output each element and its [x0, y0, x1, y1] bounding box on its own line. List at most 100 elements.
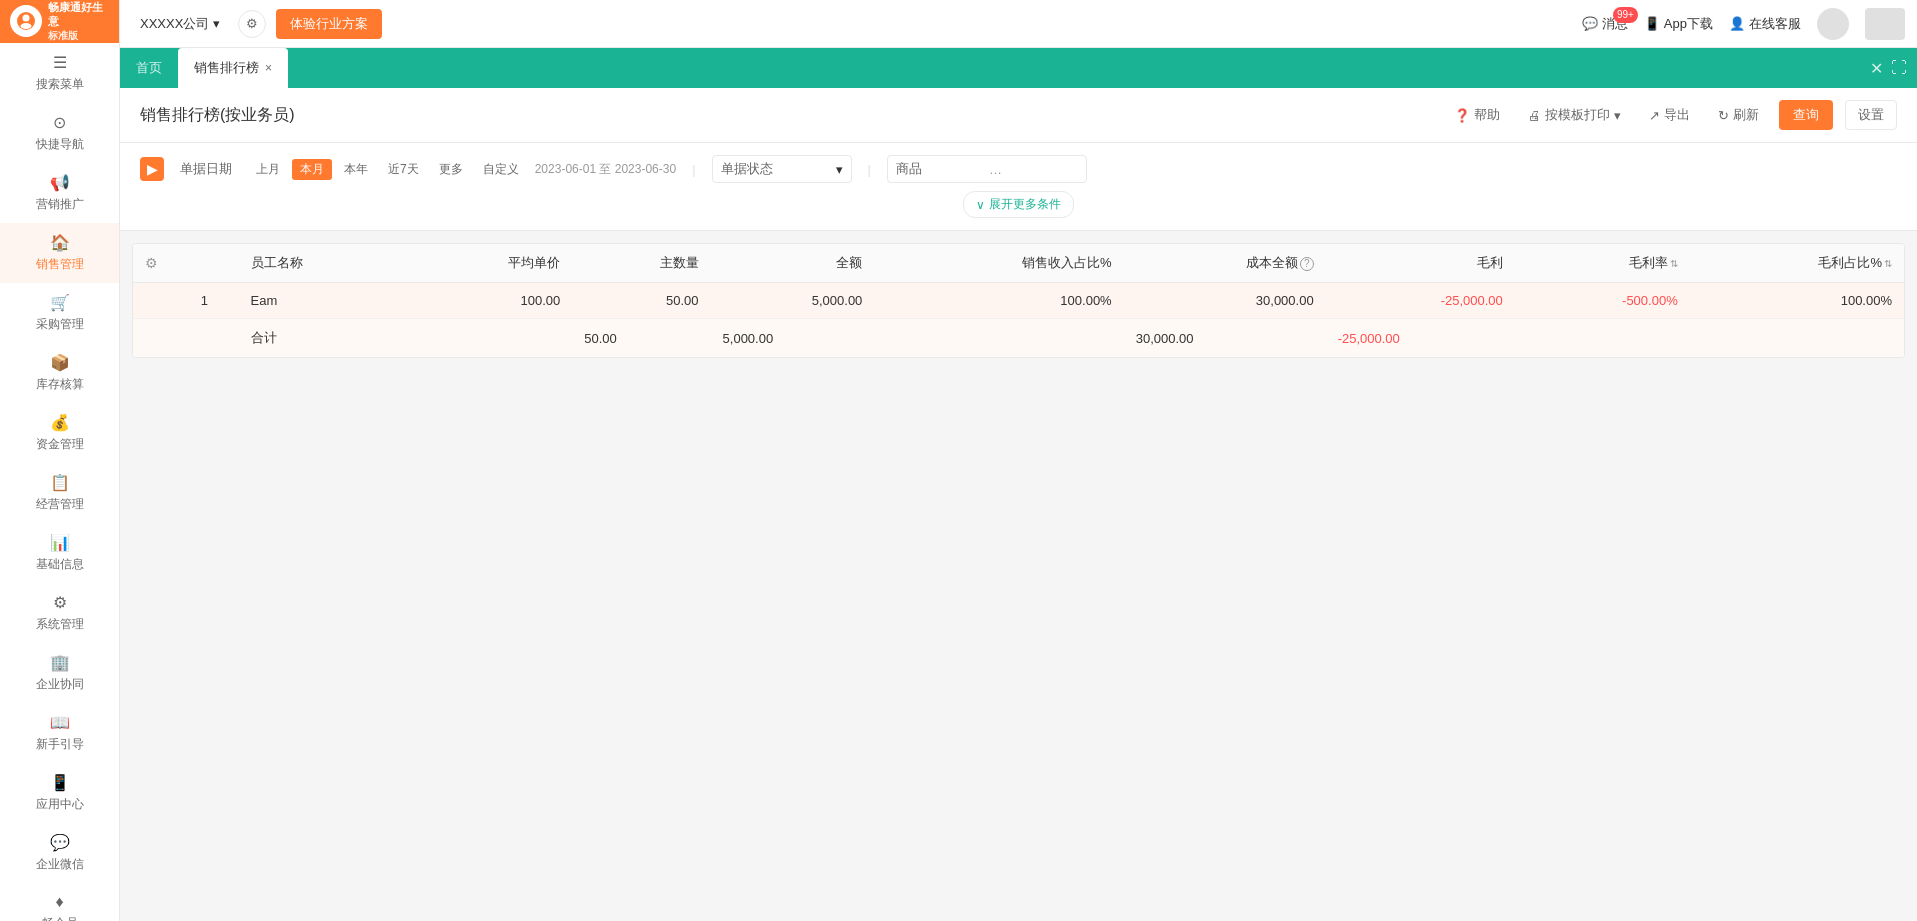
sidebar-item-marketing[interactable]: 📢 营销推广 [0, 163, 119, 223]
sidebar-label-member: 畅会员 [42, 915, 78, 921]
app-label: App下载 [1664, 15, 1713, 33]
window-close-icon[interactable]: ✕ [1870, 59, 1883, 78]
print-button[interactable]: 🖨 按模板打印 ▾ [1520, 102, 1629, 128]
user-name-area [1865, 8, 1905, 40]
footer-sales-pct [874, 319, 1123, 358]
col-settings-header: ⚙ [133, 244, 170, 283]
service-icon: 👤 [1729, 16, 1745, 31]
table-body: 1 Eam 100.00 50.00 5,000.00 100.00% 30,0… [133, 283, 1904, 319]
footer-settings-cell [133, 319, 170, 358]
wechat-icon: 💬 [50, 833, 70, 852]
app-download-button[interactable]: 📱 App下载 [1644, 15, 1713, 33]
export-button[interactable]: ↗ 导出 [1641, 102, 1698, 128]
finance-icon: 💰 [50, 413, 70, 432]
sidebar-item-inventory[interactable]: 📦 库存核算 [0, 343, 119, 403]
status-filter[interactable]: 单据状态 ▾ [712, 155, 852, 183]
cell-rank: 1 [170, 283, 239, 319]
col-rank-header [170, 244, 239, 283]
settings-button[interactable]: 设置 [1845, 100, 1897, 130]
sidebar-label-operations: 经营管理 [36, 496, 84, 513]
expand-label: 展开更多条件 [989, 196, 1061, 213]
topbar-right: 💬 消息 99+ 📱 App下载 👤 在线客服 [1582, 8, 1905, 40]
refresh-button[interactable]: ↻ 刷新 [1710, 102, 1767, 128]
app-icon: 📱 [1644, 16, 1660, 31]
col-gross-header: 毛利 [1326, 244, 1515, 283]
date-option-prev-month[interactable]: 上月 [248, 159, 288, 180]
gross-rate-sort-icon[interactable]: ⇅ [1670, 258, 1678, 269]
sidebar-item-finance[interactable]: 💰 资金管理 [0, 403, 119, 463]
page-actions: ❓ 帮助 🖨 按模板打印 ▾ ↗ 导出 ↻ 刷新 查询 设置 [1446, 100, 1897, 130]
system-icon: ⚙ [53, 593, 67, 612]
app-logo: 畅康通好生意 标准版 [0, 0, 119, 43]
footer-gross-rate [1515, 319, 1690, 358]
tab-close-icon[interactable]: × [265, 61, 272, 75]
date-filter-label: 单据日期 [180, 160, 232, 178]
col-qty-header: 主数量 [572, 244, 710, 283]
data-table: ⚙ 员工名称 平均单价 主数量 全额 销售收入占比% 成本全额? 毛利 毛利率⇅… [133, 244, 1904, 357]
apps-icon: 📱 [50, 773, 70, 792]
service-button[interactable]: 👤 在线客服 [1729, 15, 1801, 33]
tab-home[interactable]: 首页 [120, 48, 178, 88]
tabbar: 首页 销售排行榜 × ✕ ⛶ [120, 48, 1917, 88]
date-option-current-month[interactable]: 本月 [292, 159, 332, 180]
chevron-down-icon: ▾ [213, 16, 220, 31]
topbar-settings-button[interactable]: ⚙ [238, 10, 266, 38]
purchase-icon: 🛒 [50, 293, 70, 312]
gross-pct-sort-icon[interactable]: ⇅ [1884, 258, 1892, 269]
inventory-icon: 📦 [50, 353, 70, 372]
help-button[interactable]: ❓ 帮助 [1446, 102, 1508, 128]
cost-info-icon[interactable]: ? [1300, 257, 1314, 271]
date-range-display: 2023-06-01 至 2023-06-30 [535, 161, 676, 178]
tab-sales-ranking[interactable]: 销售排行榜 × [178, 48, 288, 88]
sidebar-item-quick[interactable]: ⊙ 快捷导航 [0, 103, 119, 163]
date-option-more[interactable]: 更多 [431, 159, 471, 180]
query-button[interactable]: 查询 [1779, 100, 1833, 130]
sidebar-label-purchase: 采购管理 [36, 316, 84, 333]
date-option-7days[interactable]: 近7天 [380, 159, 427, 180]
date-option-current-year[interactable]: 本年 [336, 159, 376, 180]
sidebar-item-wechat[interactable]: 💬 企业微信 [0, 823, 119, 883]
filter-area: ▶ 单据日期 上月 本月 本年 近7天 更多 自定义 2023-06-01 至 … [120, 143, 1917, 231]
page-content: 销售排行榜(按业务员) ❓ 帮助 🖨 按模板打印 ▾ ↗ 导出 ↻ 刷新 [120, 88, 1917, 921]
operations-icon: 📋 [50, 473, 70, 492]
cell-gross-pct: 100.00% [1690, 283, 1904, 319]
sidebar-item-guide[interactable]: 📖 新手引导 [0, 703, 119, 763]
cell-gross: -25,000.00 [1326, 283, 1515, 319]
footer-cost: 30,000.00 [1124, 319, 1326, 358]
guide-icon: 📖 [50, 713, 70, 732]
cell-cost: 30,000.00 [1124, 283, 1326, 319]
sidebar-item-system[interactable]: ⚙ 系统管理 [0, 583, 119, 643]
sidebar-item-sales[interactable]: 🏠 销售管理 [0, 223, 119, 283]
status-chevron-icon: ▾ [836, 162, 843, 177]
print-icon: 🖨 [1528, 108, 1541, 123]
goods-filter[interactable]: 商品 … [887, 155, 1087, 183]
sidebar-item-enterprise[interactable]: 🏢 企业协同 [0, 643, 119, 703]
goods-filter-label: 商品 [896, 160, 985, 178]
sidebar-item-apps[interactable]: 📱 应用中心 [0, 763, 119, 823]
svg-point-1 [23, 15, 30, 22]
footer-gross: -25,000.00 [1326, 319, 1515, 358]
sidebar-item-member[interactable]: ♦ 畅会员 [0, 883, 119, 921]
sidebar-item-purchase[interactable]: 🛒 采购管理 [0, 283, 119, 343]
filter-toggle-button[interactable]: ▶ [140, 157, 164, 181]
trial-button[interactable]: 体验行业方案 [276, 9, 382, 39]
date-option-custom[interactable]: 自定义 [475, 159, 527, 180]
sidebar-item-search[interactable]: ☰ 搜索菜单 [0, 43, 119, 103]
goods-placeholder: … [989, 162, 1078, 177]
window-expand-icon[interactable]: ⛶ [1891, 59, 1907, 77]
marketing-icon: 📢 [50, 173, 70, 192]
message-button[interactable]: 💬 消息 99+ [1582, 15, 1628, 33]
filter-separator: | [692, 162, 695, 177]
company-selector[interactable]: XXXXX公司 ▾ [132, 11, 228, 37]
expand-conditions-button[interactable]: ∨ 展开更多条件 [963, 191, 1074, 218]
sidebar-item-base[interactable]: 📊 基础信息 [0, 523, 119, 583]
table-header: ⚙ 员工名称 平均单价 主数量 全额 销售收入占比% 成本全额? 毛利 毛利率⇅… [133, 244, 1904, 283]
tab-home-label: 首页 [136, 59, 162, 77]
sidebar-label-marketing: 营销推广 [36, 196, 84, 213]
sidebar: 畅康通好生意 标准版 ☰ 搜索菜单 ⊙ 快捷导航 📢 营销推广 🏠 销售管理 🛒… [0, 0, 120, 921]
user-avatar[interactable] [1817, 8, 1849, 40]
column-settings-icon[interactable]: ⚙ [145, 255, 158, 271]
sidebar-label-system: 系统管理 [36, 616, 84, 633]
sidebar-item-operations[interactable]: 📋 经营管理 [0, 463, 119, 523]
topbar: XXXXX公司 ▾ ⚙ 体验行业方案 💬 消息 99+ 📱 App下载 👤 在线… [120, 0, 1917, 48]
